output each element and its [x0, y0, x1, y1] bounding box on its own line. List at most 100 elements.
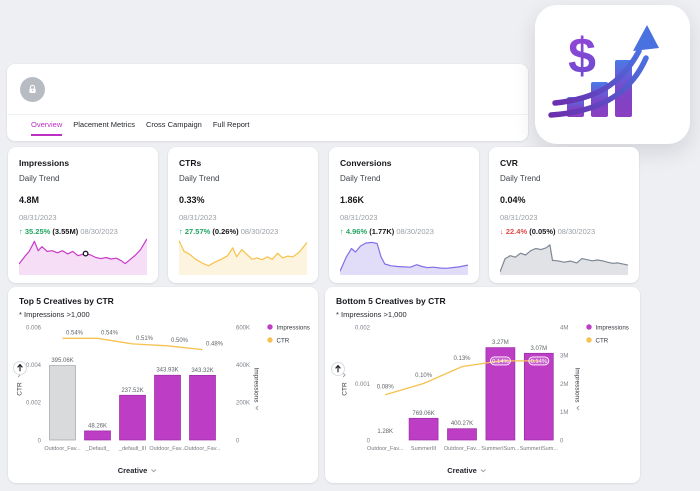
sparkline-area [179, 240, 307, 275]
y-left-axis-label[interactable]: CTR [341, 382, 348, 396]
bar-value-label: 343.93K [156, 368, 178, 374]
metric-card-cvr: CVR Daily Trend 0.04% 08/31/2023 ↓ 22.4%… [489, 147, 639, 283]
bar-Outdoor_Fav...[interactable] [154, 374, 181, 441]
y-right-tick: 4M [560, 325, 568, 331]
top5-creatives-chart-card: Top 5 Creatives by CTR * Impressions >1,… [8, 287, 318, 483]
x-tick-label: SummerISum... [481, 446, 520, 452]
ctr-line-label: 0.54% [101, 330, 119, 336]
ctr-line-label: 0.08% [377, 384, 395, 390]
ctr-line-label: 0.48% [206, 342, 224, 348]
ctr-line [385, 360, 539, 396]
metric-title: CVR [500, 158, 518, 168]
metric-date: 08/31/2023 [179, 213, 217, 222]
legend-impressions-label[interactable]: Impressions [596, 324, 629, 331]
x-tick-label: _Default_ [85, 446, 110, 452]
bar-value-label: 1.28K [377, 429, 393, 435]
ctr-line-label: 0.10% [415, 373, 433, 379]
tab-cross-campaign[interactable]: Cross Campaign [146, 120, 202, 136]
y-right-tick: 200K [236, 401, 250, 407]
y-right-tick: 600K [236, 325, 250, 331]
legend-impressions-dot [267, 324, 273, 330]
tabbar-divider [7, 114, 528, 115]
y-left-tick: 0.002 [26, 401, 42, 407]
y-right-axis-label[interactable]: Impressions [253, 367, 260, 403]
metric-value: 4.8M [19, 195, 40, 205]
ctrs-sparkline [179, 240, 307, 275]
tab-placement-metrics[interactable]: Placement Metrics [73, 120, 135, 136]
bar-Outdoor_Fav...[interactable] [49, 365, 76, 441]
legend-impressions-dot [586, 324, 592, 330]
bar-SummerISum...[interactable] [523, 352, 554, 441]
x-axis-title[interactable]: Creative [447, 466, 477, 475]
metric-card-conversions: Conversions Daily Trend 1.86K 08/31/2023… [329, 147, 479, 283]
x-tick-label: Outdoor_Fav... [367, 446, 404, 452]
metric-value: 0.04% [500, 195, 526, 205]
sparkline-area [500, 244, 628, 275]
legend-ctr-label[interactable]: CTR [277, 337, 290, 344]
y-left-tick: 0.002 [355, 325, 371, 331]
metric-title: Impressions [19, 158, 70, 168]
metric-title: CTRs [179, 158, 202, 168]
metric-subtitle: Daily Trend [340, 174, 381, 183]
metric-subtitle: Daily Trend [179, 174, 220, 183]
bar-Outdoor_Fav...[interactable] [447, 428, 477, 441]
legend-ctr-dot [267, 337, 273, 343]
y-left-axis-label[interactable]: CTR [16, 382, 23, 396]
metric-card-ctrs: CTRs Daily Trend 0.33% 08/31/2023 ↑ 27.5… [168, 147, 318, 283]
bar-value-label: 769.06K [412, 411, 434, 417]
svg-text:$: $ [568, 28, 596, 84]
bar-value-label: 343.32K [191, 368, 213, 374]
y-right-tick: 400K [236, 363, 250, 369]
top5-creatives-chart: 0.006 0.004 0.002 0 600K 400K 200K 0 395.06K 48.2… [13, 324, 310, 475]
chevron-down-icon [151, 469, 157, 473]
metric-date: 08/31/2023 [340, 213, 378, 222]
ctr-line-label: 0.50% [171, 338, 189, 344]
legend-impressions-label[interactable]: Impressions [277, 324, 310, 331]
lock-icon [29, 84, 36, 93]
y-right-axis-label[interactable]: Impressions [574, 367, 581, 403]
metric-card-impressions: Impressions Daily Trend 4.8M 08/31/2023 … [8, 147, 158, 283]
metric-title: Conversions [340, 158, 392, 168]
y-left-tick: 0.006 [26, 325, 42, 331]
metric-date: 08/31/2023 [500, 213, 538, 222]
bar-_default_III[interactable] [119, 394, 146, 441]
bar-value-label: 395.06K [51, 358, 73, 364]
x-tick-label: Outdoor_Fav... [149, 446, 186, 452]
tab-overview[interactable]: Overview [31, 120, 63, 136]
conversions-sparkline [340, 241, 468, 275]
bar-value-label: 3.27M [492, 340, 509, 346]
metric-date: 08/31/2023 [19, 213, 57, 222]
chevron-down-icon [255, 405, 259, 411]
bottom5-creatives-chart: 0.002 0.001 0 4M 3M 2M 1M 0 1.28K 769.06K 400.27K 3… [331, 324, 629, 475]
x-axis-title[interactable]: Creative [118, 466, 148, 475]
sparkline-marker [82, 250, 89, 257]
bar-_Default_[interactable] [84, 430, 111, 441]
ctr-line-label: 0.14% [531, 359, 547, 365]
bar-value-label: 48.26K [88, 423, 107, 429]
bar-value-label: 237.52K [121, 388, 143, 394]
bottom5-creatives-chart-card: Bottom 5 Creatives by CTR * Impressions … [325, 287, 640, 483]
toolbar-panel: Overview Placement Metrics Cross Campaig… [7, 64, 528, 141]
bar-SummerIII[interactable] [408, 417, 439, 441]
bar-Outdoor_Fav...[interactable] [189, 374, 216, 441]
y-right-tick: 3M [560, 354, 568, 360]
y-left-tick: 0.001 [355, 382, 371, 388]
legend-ctr-label[interactable]: CTR [596, 337, 609, 344]
y-left-tick: 0 [38, 438, 42, 444]
metric-subtitle: Daily Trend [500, 174, 541, 183]
x-tick-label: _default_III [118, 446, 147, 452]
lock-avatar-button[interactable] [20, 77, 45, 102]
x-tick-label: SummerIII [411, 446, 437, 452]
ctr-line-label: 0.14% [492, 359, 508, 365]
x-tick-label: Outdoor_Fav... [444, 446, 481, 452]
x-tick-label: Outdoor_Fav... [44, 446, 81, 452]
chart-title: Top 5 Creatives by CTR [19, 296, 114, 306]
chevron-down-icon [342, 372, 346, 378]
tab-full-report[interactable]: Full Report [213, 120, 250, 136]
impressions-sparkline [19, 238, 147, 275]
bar-value-label: 400.27K [451, 421, 473, 427]
tab-bar: Overview Placement Metrics Cross Campaig… [31, 120, 250, 136]
chart-title: Bottom 5 Creatives by CTR [336, 296, 446, 306]
legend-ctr-dot [586, 337, 592, 343]
ctr-line-label: 0.51% [136, 336, 154, 342]
